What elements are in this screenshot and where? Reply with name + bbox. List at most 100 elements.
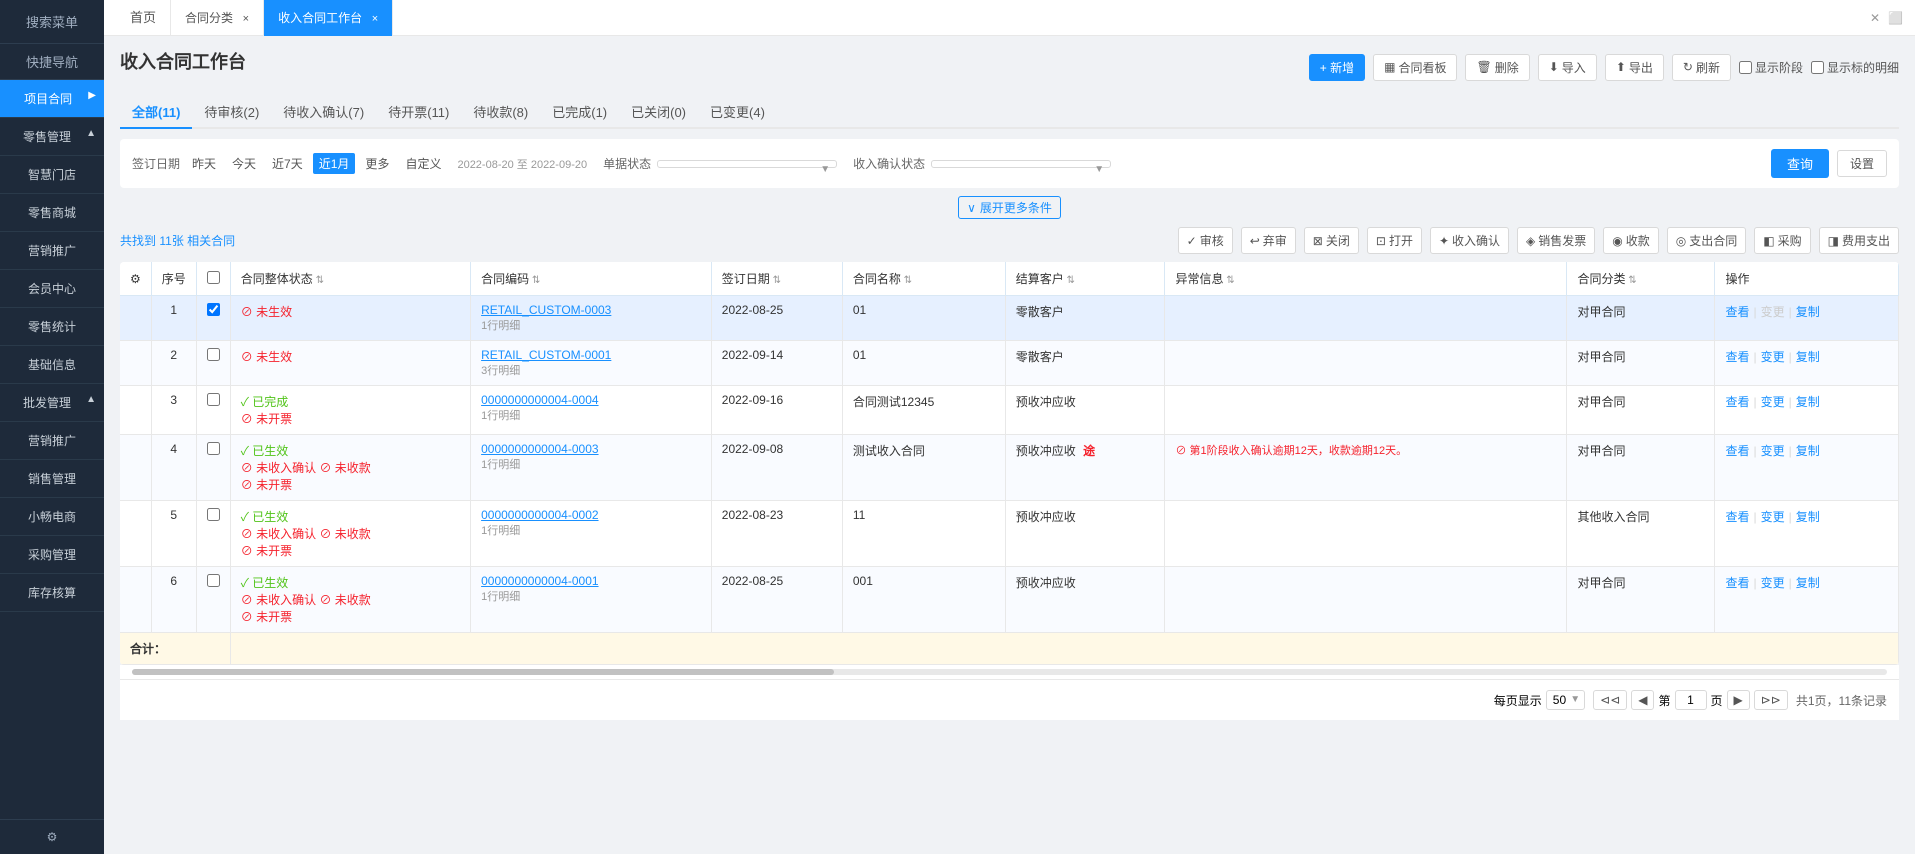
sidebar-item-inventory[interactable]: 库存核算 <box>0 574 104 612</box>
sidebar-item-marketing2[interactable]: 营销推广 <box>0 422 104 460</box>
action-purchase-btn[interactable]: ◧ 采购 <box>1754 227 1810 254</box>
col-contract-code[interactable]: 合同编码 <box>471 262 712 296</box>
tab-home[interactable]: 首页 <box>116 0 171 36</box>
contract-code-link[interactable]: 0000000000004-0001 <box>481 574 598 588</box>
last-page-btn[interactable]: ⊳⊳ <box>1754 690 1788 710</box>
sidebar-item-marketing[interactable]: 营销推广 <box>0 232 104 270</box>
sidebar-item-retail-commerce[interactable]: 零售商城 <box>0 194 104 232</box>
first-page-btn[interactable]: ⊲⊲ <box>1593 690 1627 710</box>
op-查看-btn[interactable]: 查看 <box>1725 442 1749 459</box>
sidebar-item-project[interactable]: 项目合同 ▶ <box>0 80 104 118</box>
contract-code-link[interactable]: 0000000000004-0004 <box>481 393 598 407</box>
op-查看-btn[interactable]: 查看 <box>1725 303 1749 320</box>
op-变更-btn[interactable]: 变更 <box>1761 574 1785 591</box>
tab-income-contract[interactable]: 收入合同工作台 × <box>264 0 393 36</box>
sidebar-item-retail-stats[interactable]: 零售统计 <box>0 308 104 346</box>
date-btn-month1[interactable]: 近1月 <box>313 153 356 174</box>
close-tab-icon[interactable]: × <box>243 13 249 25</box>
row-checkbox[interactable] <box>207 393 220 406</box>
col-contract-name[interactable]: 合同名称 <box>842 262 1005 296</box>
row-checkbox[interactable] <box>207 303 220 316</box>
sidebar-item-purchase[interactable]: 采购管理 <box>0 536 104 574</box>
sidebar-item-xiaochangec[interactable]: 小畅电商 <box>0 498 104 536</box>
status-tab-all[interactable]: 全部(11) <box>120 96 192 129</box>
date-btn-more[interactable]: 更多 <box>359 153 395 174</box>
refresh-btn[interactable]: ↻ 刷新 <box>1672 54 1731 81</box>
page-input[interactable] <box>1675 690 1707 710</box>
contract-code-link[interactable]: RETAIL_CUSTOM-0001 <box>481 348 611 362</box>
page-size-dropdown[interactable]: 50 <box>1546 690 1585 710</box>
status-tab-pending-review[interactable]: 待审核(2) <box>192 96 271 129</box>
op-复制-btn[interactable]: 复制 <box>1796 508 1820 525</box>
col-sign-date[interactable]: 签订日期 <box>711 262 842 296</box>
sidebar-item-base-info[interactable]: 基础信息 <box>0 346 104 384</box>
col-contract-category[interactable]: 合同分类 <box>1567 262 1715 296</box>
status-tab-pending-invoice[interactable]: 待开票(11) <box>376 96 461 129</box>
contract-code-link[interactable]: 0000000000004-0003 <box>481 442 598 456</box>
import-btn[interactable]: ⬇ 导入 <box>1538 54 1597 81</box>
op-变更-btn[interactable]: 变更 <box>1761 393 1785 410</box>
action-abandon-btn[interactable]: ↩ 弃审 <box>1241 227 1296 254</box>
tab-contract-category[interactable]: 合同分类 × <box>171 0 264 36</box>
sidebar-settings[interactable]: ⚙ <box>0 819 104 854</box>
date-btn-week7[interactable]: 近7天 <box>266 153 309 174</box>
export-btn[interactable]: ⬆ 导出 <box>1605 54 1664 81</box>
op-变更-btn[interactable]: 变更 <box>1761 442 1785 459</box>
delete-btn[interactable]: 🗑 删除 <box>1465 54 1529 81</box>
op-变更-btn[interactable]: 变更 <box>1761 508 1785 525</box>
action-sales-invoice-btn[interactable]: ◈ 销售发票 <box>1517 227 1595 254</box>
sidebar-search[interactable]: 搜索菜单 <box>0 0 104 44</box>
row-checkbox[interactable] <box>207 348 220 361</box>
action-expense-contract-btn[interactable]: ◎ 支出合同 <box>1667 227 1747 254</box>
action-expense-out-btn[interactable]: ◨ 费用支出 <box>1819 227 1899 254</box>
sidebar-item-member[interactable]: 会员中心 <box>0 270 104 308</box>
contract-panel-btn[interactable]: ▦ 合同看板 <box>1373 54 1457 81</box>
maximize-btn[interactable]: ⬜ <box>1888 11 1903 25</box>
op-查看-btn[interactable]: 查看 <box>1725 574 1749 591</box>
show-mark-check[interactable]: 显示标的明细 <box>1811 59 1899 76</box>
sidebar-item-sales[interactable]: 销售管理 <box>0 460 104 498</box>
action-review-btn[interactable]: ✓ 审核 <box>1178 227 1233 254</box>
col-overall-status[interactable]: 合同整体状态 <box>230 262 470 296</box>
status-tab-pending-receipt[interactable]: 待收款(8) <box>461 96 540 129</box>
income-confirm-select[interactable] <box>931 160 1111 168</box>
op-复制-btn[interactable]: 复制 <box>1796 574 1820 591</box>
row-checkbox[interactable] <box>207 442 220 455</box>
op-复制-btn[interactable]: 复制 <box>1796 303 1820 320</box>
op-查看-btn[interactable]: 查看 <box>1725 508 1749 525</box>
query-btn[interactable]: 查询 <box>1771 149 1829 178</box>
date-btn-today[interactable]: 今天 <box>226 153 262 174</box>
action-open-btn[interactable]: ⊡ 打开 <box>1367 227 1422 254</box>
op-复制-btn[interactable]: 复制 <box>1796 393 1820 410</box>
row-checkbox[interactable] <box>207 574 220 587</box>
op-查看-btn[interactable]: 查看 <box>1725 348 1749 365</box>
sidebar-item-wholesale[interactable]: 批发管理 ▲ <box>0 384 104 422</box>
op-复制-btn[interactable]: 复制 <box>1796 348 1820 365</box>
sidebar-quick-nav[interactable]: 快捷导航 <box>0 44 104 80</box>
col-setting[interactable]: ⚙ <box>120 262 151 296</box>
sidebar-item-retail-mgmt[interactable]: 零售管理 ▲ <box>0 118 104 156</box>
prev-page-btn[interactable]: ◀ <box>1631 690 1654 710</box>
next-page-btn[interactable]: ▶ <box>1727 690 1750 710</box>
close-tab-icon[interactable]: × <box>372 13 378 25</box>
status-tab-closed[interactable]: 已关闭(0) <box>619 96 698 129</box>
op-查看-btn[interactable]: 查看 <box>1725 393 1749 410</box>
status-tab-changed[interactable]: 已变更(4) <box>698 96 777 129</box>
settings-btn[interactable]: 设置 <box>1837 150 1887 177</box>
new-btn[interactable]: + 新增 <box>1309 54 1365 81</box>
status-tab-pending-confirm[interactable]: 待收入确认(7) <box>271 96 376 129</box>
status-tab-completed[interactable]: 已完成(1) <box>540 96 619 129</box>
op-变更-btn[interactable]: 变更 <box>1761 348 1785 365</box>
row-checkbox[interactable] <box>207 508 220 521</box>
doc-status-select[interactable] <box>657 160 837 168</box>
show-stage-check[interactable]: 显示阶段 <box>1739 59 1803 76</box>
action-income-confirm-btn[interactable]: ✦ 收入确认 <box>1430 227 1509 254</box>
action-close-btn[interactable]: ⊠ 关闭 <box>1304 227 1359 254</box>
expand-more-btn[interactable]: ∨ 展开更多条件 <box>958 196 1061 219</box>
contract-code-link[interactable]: 0000000000004-0002 <box>481 508 598 522</box>
sidebar-item-smart-store[interactable]: 智慧门店 <box>0 156 104 194</box>
date-btn-custom[interactable]: 自定义 <box>399 153 447 174</box>
date-btn-yesterday[interactable]: 昨天 <box>186 153 222 174</box>
close-all-btn[interactable]: ✕ <box>1870 11 1880 25</box>
col-abnormal-info[interactable]: 异常信息 <box>1165 262 1567 296</box>
